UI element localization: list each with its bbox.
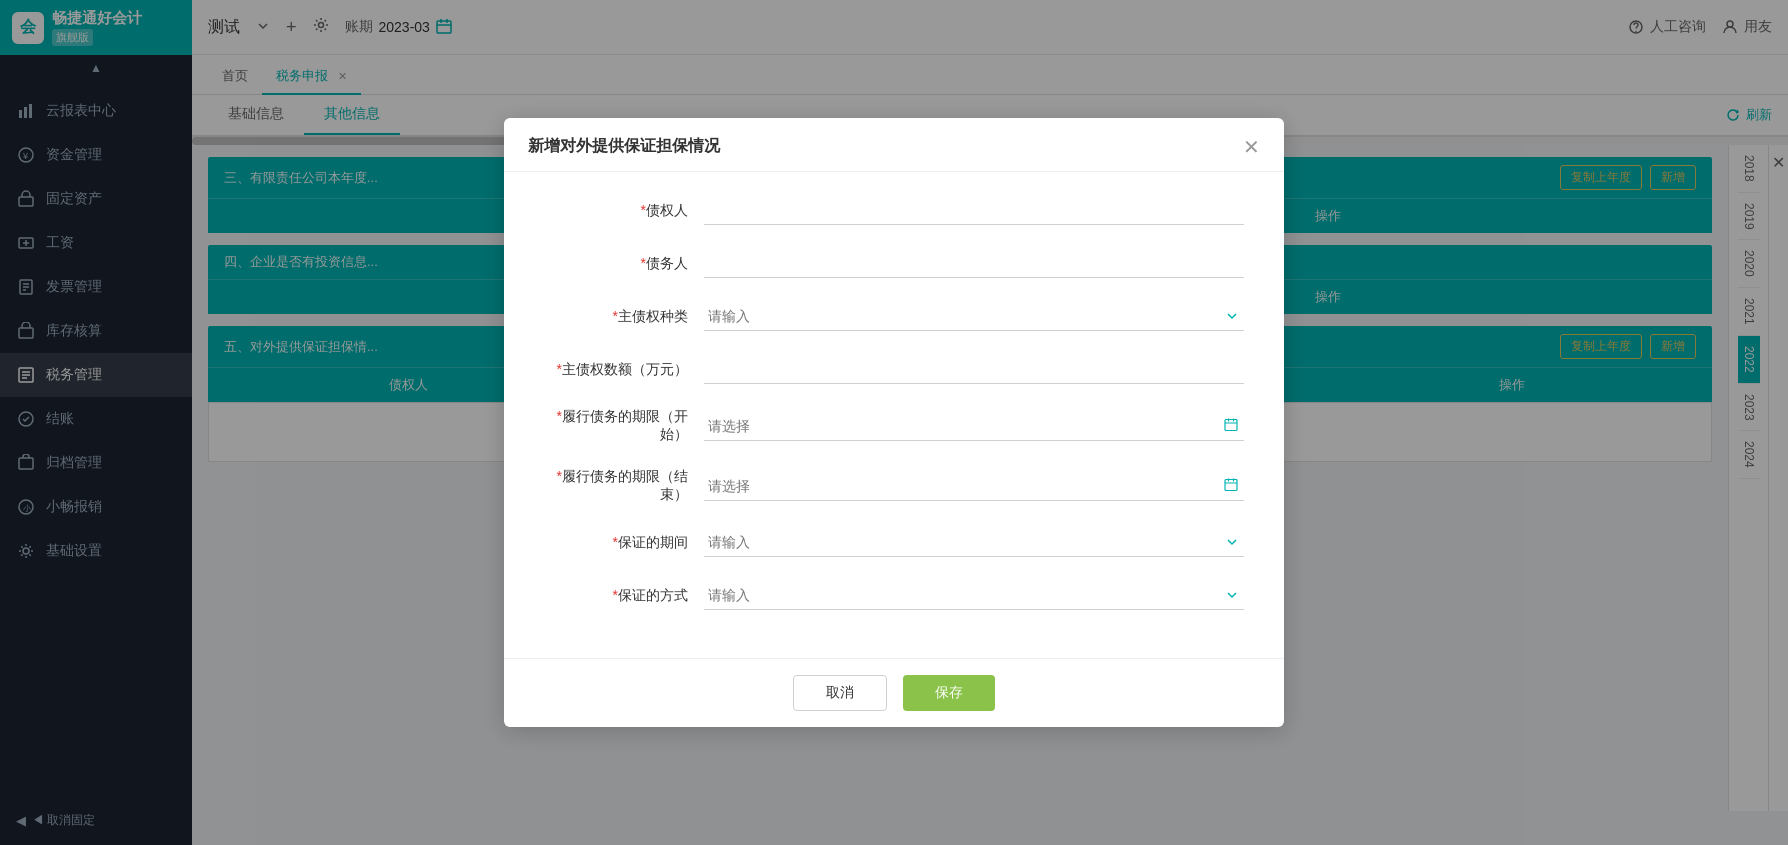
modal-overlay: 新增对外提供保证担保情况 ✕ *债权人 *债务人 xyxy=(0,0,1788,845)
form-row-claim-type: *主债权种类 xyxy=(544,302,1244,331)
label-guarantee-method: *保证的方式 xyxy=(544,587,704,605)
form-row-obligation-end: *履行债务的期限（结束） xyxy=(544,468,1244,504)
save-button[interactable]: 保存 xyxy=(903,675,995,711)
label-creditor: *债权人 xyxy=(544,202,704,220)
creditor-input[interactable] xyxy=(704,196,1244,225)
modal-body: *债权人 *债务人 *主债权种类 xyxy=(504,172,1284,658)
label-claim-type: *主债权种类 xyxy=(544,308,704,326)
label-debtor: *债务人 xyxy=(544,255,704,273)
obligation-start-input[interactable] xyxy=(704,412,1244,441)
label-obligation-end: *履行债务的期限（结束） xyxy=(544,468,704,504)
modal: 新增对外提供保证担保情况 ✕ *债权人 *债务人 xyxy=(504,118,1284,727)
claim-type-wrap xyxy=(704,302,1244,331)
modal-close-button[interactable]: ✕ xyxy=(1243,137,1260,157)
label-guarantee-period: *保证的期间 xyxy=(544,534,704,552)
form-row-obligation-start: *履行债务的期限（开始） xyxy=(544,408,1244,444)
debtor-wrap xyxy=(704,249,1244,278)
svg-rect-21 xyxy=(1225,480,1237,491)
label-claim-amount: *主债权数额（万元） xyxy=(544,361,704,379)
debtor-input[interactable] xyxy=(704,249,1244,278)
guarantee-period-input[interactable] xyxy=(704,528,1244,557)
svg-rect-20 xyxy=(1225,420,1237,431)
obligation-start-wrap xyxy=(704,412,1244,441)
form-row-debtor: *债务人 xyxy=(544,249,1244,278)
label-obligation-start: *履行债务的期限（开始） xyxy=(544,408,704,444)
form-row-guarantee-method: *保证的方式 xyxy=(544,581,1244,610)
modal-header: 新增对外提供保证担保情况 ✕ xyxy=(504,118,1284,172)
claim-amount-wrap xyxy=(704,355,1244,384)
guarantee-period-wrap xyxy=(704,528,1244,557)
cancel-button[interactable]: 取消 xyxy=(793,675,887,711)
obligation-end-wrap xyxy=(704,472,1244,501)
guarantee-method-input[interactable] xyxy=(704,581,1244,610)
modal-footer: 取消 保存 xyxy=(504,658,1284,727)
claim-type-input[interactable] xyxy=(704,302,1244,331)
claim-amount-input[interactable] xyxy=(704,355,1244,384)
form-row-guarantee-period: *保证的期间 xyxy=(544,528,1244,557)
obligation-start-calendar-icon[interactable] xyxy=(1224,418,1238,435)
obligation-end-calendar-icon[interactable] xyxy=(1224,478,1238,495)
guarantee-method-wrap xyxy=(704,581,1244,610)
form-row-creditor: *债权人 xyxy=(544,196,1244,225)
modal-title: 新增对外提供保证担保情况 xyxy=(528,136,720,157)
obligation-end-input[interactable] xyxy=(704,472,1244,501)
form-row-claim-amount: *主债权数额（万元） xyxy=(544,355,1244,384)
creditor-wrap xyxy=(704,196,1244,225)
